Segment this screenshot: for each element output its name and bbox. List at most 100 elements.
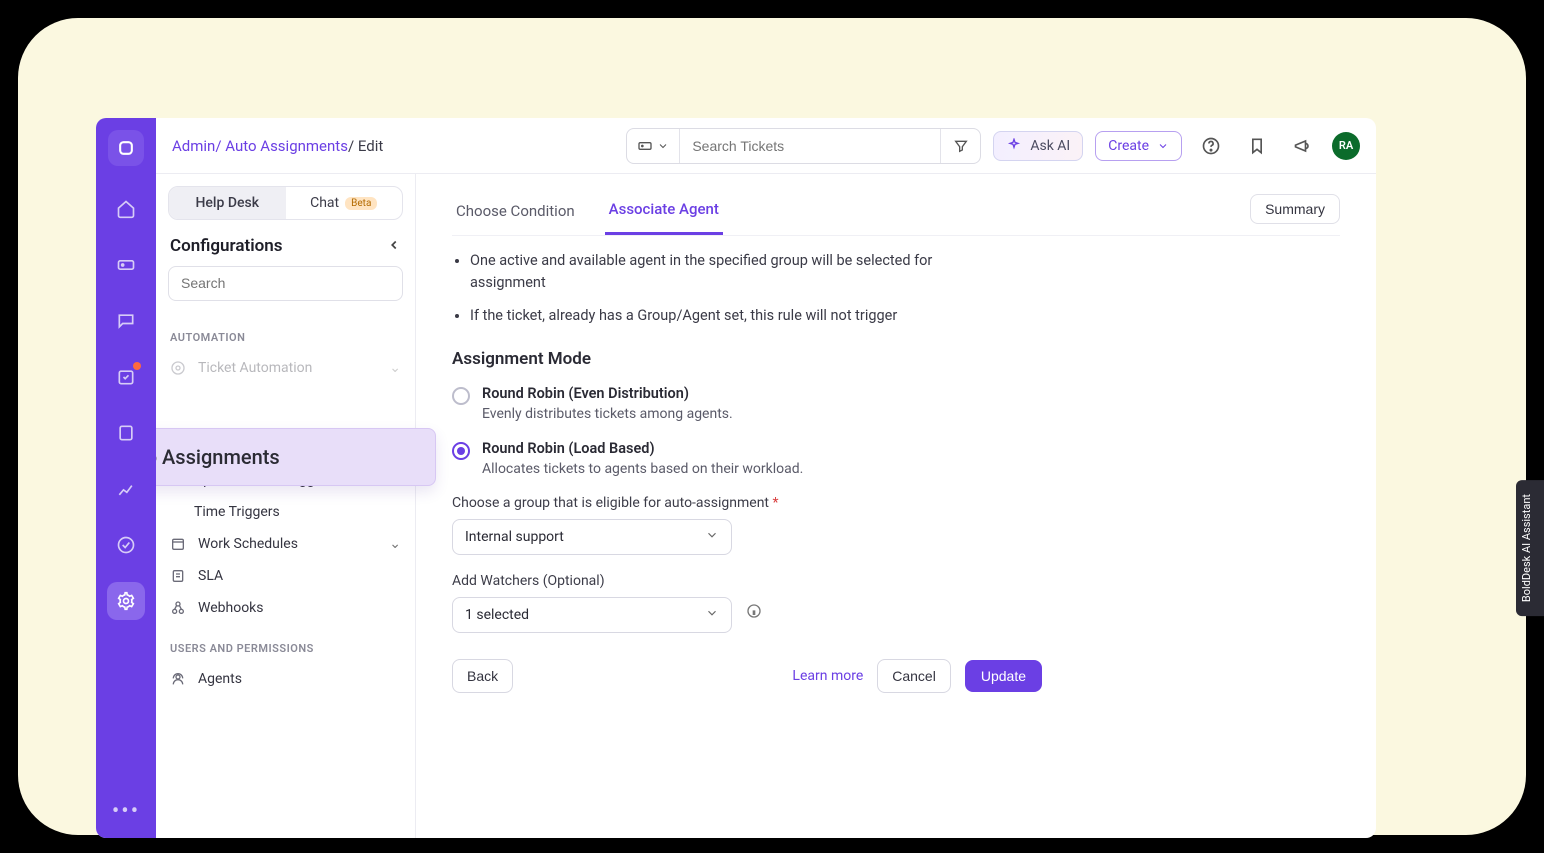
app-window: ••• Admin/ Auto Assignments/ Edit Ask	[96, 118, 1376, 838]
beta-badge: Beta	[345, 197, 377, 210]
webhook-icon	[170, 600, 188, 616]
section-users-perm: USERS AND PERMISSIONS	[156, 624, 415, 663]
chevron-down-icon: ⌄	[389, 360, 401, 376]
nav-ticket-automation[interactable]: Ticket Automation ⌄	[156, 352, 415, 384]
config-header: Configurations	[156, 230, 415, 266]
info-icon[interactable]	[746, 604, 762, 623]
action-row: Back Learn more Cancel Update	[452, 659, 1042, 693]
avatar[interactable]: RA	[1332, 132, 1360, 160]
tickets-icon[interactable]	[107, 246, 145, 284]
filter-button[interactable]	[940, 129, 980, 163]
chevron-down-icon: ⌄	[389, 536, 401, 552]
mode-load-row[interactable]: Round Robin (Load Based) Allocates ticke…	[452, 440, 1340, 477]
announcement-icon[interactable]	[1286, 129, 1320, 163]
tabs-row: Choose Condition Associate Agent Summary	[452, 190, 1340, 236]
home-icon[interactable]	[107, 190, 145, 228]
update-button[interactable]: Update	[965, 660, 1042, 692]
tab-chat[interactable]: Chat Beta	[286, 187, 403, 219]
brand-logo-icon[interactable]	[108, 130, 144, 166]
nav-rail: •••	[96, 118, 156, 838]
breadcrumb-admin[interactable]: Admin	[172, 137, 215, 155]
tasks-icon[interactable]	[107, 358, 145, 396]
sparkle-icon	[1006, 138, 1022, 154]
help-icon[interactable]	[1194, 129, 1228, 163]
summary-button[interactable]: Summary	[1250, 194, 1340, 224]
chevron-down-icon	[705, 528, 719, 546]
section-automation: AUTOMATION	[156, 313, 415, 352]
nav-agents[interactable]: Agents	[156, 663, 415, 695]
watchers-label: Add Watchers (Optional)	[452, 573, 1340, 589]
search-type-dropdown[interactable]	[627, 129, 680, 163]
chevron-down-icon	[705, 606, 719, 624]
mode-even-label: Round Robin (Even Distribution)	[482, 385, 733, 402]
mode-load-desc: Allocates tickets to agents based on the…	[482, 461, 803, 477]
automation-icon	[170, 360, 188, 376]
chat-icon[interactable]	[107, 302, 145, 340]
nav-work-schedules[interactable]: Work Schedules ⌄	[156, 528, 415, 560]
brand-tabs: Help Desk Chat Beta	[168, 186, 403, 220]
content: Choose Condition Associate Agent Summary…	[416, 174, 1376, 838]
auto-assignments-chip: Auto Assignments	[156, 428, 436, 486]
config-title: Configurations	[170, 236, 283, 256]
mode-even-row[interactable]: Round Robin (Even Distribution) Evenly d…	[452, 385, 1340, 422]
info-bullets: One active and available agent in the sp…	[452, 250, 992, 327]
settings-icon[interactable]	[107, 582, 145, 620]
assignment-mode-title: Assignment Mode	[452, 349, 1340, 369]
calendar-icon	[170, 536, 188, 552]
more-icon[interactable]: •••	[112, 799, 140, 824]
sidebar-search-input[interactable]	[181, 275, 390, 291]
breadcrumb-auto[interactable]: Auto Assignments	[222, 137, 348, 155]
radio-load[interactable]	[452, 442, 470, 460]
group-select-value: Internal support	[465, 529, 564, 545]
nav-webhooks-label: Webhooks	[198, 600, 264, 616]
mode-load-label: Round Robin (Load Based)	[482, 440, 803, 457]
tab-helpdesk[interactable]: Help Desk	[169, 187, 286, 219]
nav-agents-label: Agents	[198, 671, 242, 687]
search-group	[626, 128, 981, 164]
watchers-select[interactable]: 1 selected	[452, 597, 732, 633]
chevron-down-icon	[657, 140, 669, 152]
tab-associate-agent[interactable]: Associate Agent	[605, 190, 723, 235]
main-column: Admin/ Auto Assignments/ Edit Ask AI Cre…	[156, 118, 1376, 838]
collapse-sidebar-button[interactable]	[387, 237, 401, 256]
group-select[interactable]: Internal support	[452, 519, 732, 555]
learn-more-link[interactable]: Learn more	[792, 668, 863, 684]
radio-even[interactable]	[452, 387, 470, 405]
mode-even-desc: Evenly distributes tickets among agents.	[482, 406, 733, 422]
sla-icon	[170, 568, 188, 584]
search-input[interactable]	[680, 129, 940, 163]
sidebar-search[interactable]	[168, 266, 403, 301]
ai-assistant-tab[interactable]: BoldDesk AI Assistant	[1516, 480, 1544, 616]
group-label: Choose a group that is eligible for auto…	[452, 495, 1340, 511]
ask-ai-button[interactable]: Ask AI	[993, 131, 1083, 161]
ask-ai-label: Ask AI	[1030, 138, 1070, 154]
cancel-button[interactable]: Cancel	[877, 659, 951, 693]
settings-sidebar: Help Desk Chat Beta Configurations AUTOM…	[156, 174, 416, 838]
nav-sla-label: SLA	[198, 568, 223, 584]
tab-chat-label: Chat	[310, 195, 339, 211]
approvals-icon[interactable]	[107, 526, 145, 564]
kb-icon[interactable]	[107, 414, 145, 452]
agents-icon	[170, 671, 188, 687]
bullet-1: One active and available agent in the sp…	[470, 250, 992, 295]
breadcrumb-edit: Edit	[354, 137, 383, 155]
body: Help Desk Chat Beta Configurations AUTOM…	[156, 174, 1376, 838]
ticket-icon	[637, 138, 653, 154]
nav-work-schedules-label: Work Schedules	[198, 536, 298, 552]
nav-time-triggers[interactable]: Time Triggers	[156, 496, 415, 528]
nav-webhooks[interactable]: Webhooks	[156, 592, 415, 624]
breadcrumb: Admin/ Auto Assignments/ Edit	[172, 137, 383, 155]
create-button[interactable]: Create	[1095, 131, 1182, 161]
reports-icon[interactable]	[107, 470, 145, 508]
watchers-select-value: 1 selected	[465, 607, 529, 623]
create-label: Create	[1108, 138, 1149, 154]
chevron-down-icon	[1157, 140, 1169, 152]
back-button[interactable]: Back	[452, 659, 513, 693]
nav-sla[interactable]: SLA	[156, 560, 415, 592]
notification-dot-icon	[133, 362, 141, 370]
nav-ticket-automation-label: Ticket Automation	[198, 360, 312, 376]
filter-icon	[953, 138, 969, 154]
bookmark-icon[interactable]	[1240, 129, 1274, 163]
chevron-left-icon	[387, 238, 401, 252]
tab-choose-condition[interactable]: Choose Condition	[452, 192, 579, 234]
